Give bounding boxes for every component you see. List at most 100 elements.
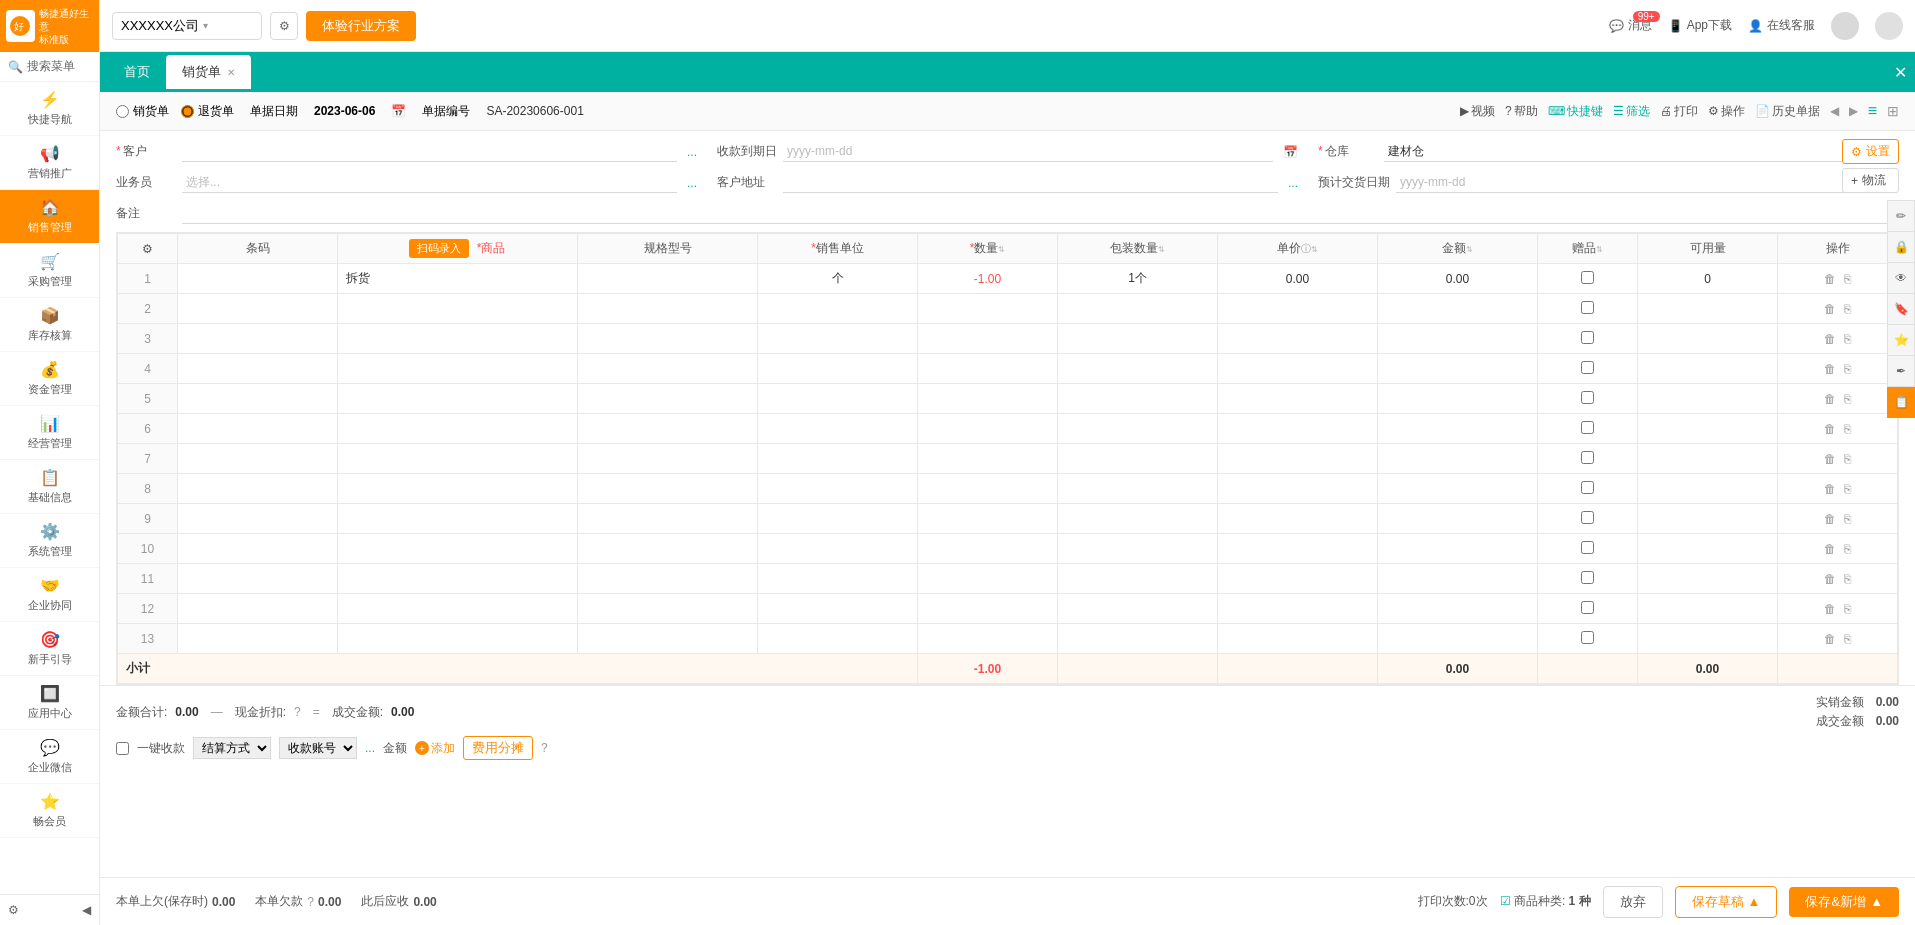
account-select[interactable]: 收款账号 bbox=[279, 737, 357, 759]
cell-qty[interactable] bbox=[918, 384, 1058, 414]
cell-qty[interactable]: -1.00 bbox=[918, 264, 1058, 294]
cell-amount[interactable] bbox=[1378, 594, 1538, 624]
cell-spec[interactable] bbox=[578, 384, 758, 414]
cell-qty[interactable] bbox=[918, 624, 1058, 654]
save-draft-button[interactable]: 保存草稿 ▲ bbox=[1675, 886, 1778, 918]
cell-spec[interactable] bbox=[578, 564, 758, 594]
cell-qty[interactable] bbox=[918, 414, 1058, 444]
float-btn-7-active[interactable]: 📋 bbox=[1887, 387, 1915, 418]
cell-price[interactable] bbox=[1218, 594, 1378, 624]
app-download-button[interactable]: 📱 App下载 bbox=[1668, 17, 1732, 34]
tab-close-icon[interactable]: ✕ bbox=[227, 67, 235, 78]
sidebar-item-member[interactable]: ⭐ 畅会员 bbox=[0, 784, 99, 838]
cell-qty[interactable] bbox=[918, 504, 1058, 534]
cell-unit[interactable] bbox=[758, 534, 918, 564]
cell-qty[interactable] bbox=[918, 564, 1058, 594]
cell-price[interactable] bbox=[1218, 324, 1378, 354]
delete-icon[interactable]: 🗑 bbox=[1824, 572, 1836, 586]
cell-gift[interactable] bbox=[1538, 624, 1638, 654]
customer-addr-input[interactable] bbox=[783, 172, 1278, 193]
cell-goods[interactable] bbox=[338, 474, 578, 504]
cell-qty[interactable] bbox=[918, 294, 1058, 324]
customer-input[interactable] bbox=[182, 141, 677, 162]
cell-qty[interactable] bbox=[918, 354, 1058, 384]
cell-gift[interactable] bbox=[1538, 594, 1638, 624]
sidebar-item-shortcut[interactable]: ⚡ 快捷导航 bbox=[0, 82, 99, 136]
cell-unit[interactable] bbox=[758, 414, 918, 444]
cell-price[interactable] bbox=[1218, 564, 1378, 594]
cell-qty[interactable] bbox=[918, 444, 1058, 474]
cell-barcode[interactable] bbox=[178, 294, 338, 324]
delete-icon[interactable]: 🗑 bbox=[1824, 332, 1836, 346]
copy-icon[interactable]: ⎘ bbox=[1844, 392, 1851, 406]
cell-price[interactable]: 0.00 bbox=[1218, 264, 1378, 294]
cell-gift[interactable] bbox=[1538, 324, 1638, 354]
sidebar-item-wechat[interactable]: 💬 企业微信 bbox=[0, 730, 99, 784]
copy-icon[interactable]: ⎘ bbox=[1844, 422, 1851, 436]
copy-icon[interactable]: ⎘ bbox=[1844, 632, 1851, 646]
price-info-icon[interactable]: ⓘ bbox=[1301, 243, 1311, 254]
cell-gift[interactable] bbox=[1538, 564, 1638, 594]
cell-pkgqty[interactable] bbox=[1058, 294, 1218, 324]
sidebar-item-finance[interactable]: 💰 资金管理 bbox=[0, 352, 99, 406]
cell-spec[interactable] bbox=[578, 354, 758, 384]
due-date-calendar-icon[interactable]: 📅 bbox=[1283, 145, 1298, 159]
cell-spec[interactable] bbox=[578, 324, 758, 354]
cell-barcode[interactable] bbox=[178, 474, 338, 504]
shortcut-action[interactable]: ⌨ 快捷键 bbox=[1548, 103, 1603, 120]
expected-date-input[interactable] bbox=[1396, 172, 1874, 193]
calendar-icon[interactable]: 📅 bbox=[391, 104, 406, 118]
settings-action-btn[interactable]: ⚙ 设置 bbox=[1842, 139, 1899, 164]
gift-checkbox[interactable] bbox=[1581, 631, 1594, 644]
cell-amount[interactable] bbox=[1378, 294, 1538, 324]
gift-checkbox[interactable] bbox=[1581, 271, 1594, 284]
calc-method-select[interactable]: 结算方式 bbox=[193, 737, 271, 759]
filter-action[interactable]: ☰ 筛选 bbox=[1613, 103, 1650, 120]
help-action[interactable]: ? 帮助 bbox=[1505, 103, 1538, 120]
cell-unit[interactable] bbox=[758, 444, 918, 474]
delete-icon[interactable]: 🗑 bbox=[1824, 272, 1836, 286]
cell-pkgqty[interactable] bbox=[1058, 354, 1218, 384]
copy-icon[interactable]: ⎘ bbox=[1844, 572, 1851, 586]
cell-gift[interactable] bbox=[1538, 264, 1638, 294]
cell-price[interactable] bbox=[1218, 384, 1378, 414]
cell-price[interactable] bbox=[1218, 534, 1378, 564]
cell-amount[interactable] bbox=[1378, 474, 1538, 504]
gift-checkbox[interactable] bbox=[1581, 601, 1594, 614]
cell-amount[interactable] bbox=[1378, 504, 1538, 534]
next-icon[interactable]: ▶ bbox=[1849, 104, 1858, 118]
cell-spec[interactable] bbox=[578, 504, 758, 534]
save-new-button[interactable]: 保存&新增 ▲ bbox=[1789, 887, 1899, 917]
cell-unit[interactable] bbox=[758, 354, 918, 384]
list-view-icon[interactable]: ≡ bbox=[1868, 102, 1877, 120]
cell-spec[interactable] bbox=[578, 594, 758, 624]
discard-button[interactable]: 放弃 bbox=[1603, 886, 1663, 918]
cell-goods[interactable] bbox=[338, 324, 578, 354]
salesperson-input[interactable] bbox=[182, 172, 677, 193]
cell-gift[interactable] bbox=[1538, 354, 1638, 384]
cell-price[interactable] bbox=[1218, 474, 1378, 504]
video-action[interactable]: ▶ 视频 bbox=[1460, 103, 1495, 120]
cell-pkgqty[interactable] bbox=[1058, 564, 1218, 594]
gift-checkbox[interactable] bbox=[1581, 361, 1594, 374]
cell-unit[interactable] bbox=[758, 384, 918, 414]
cell-pkgqty[interactable] bbox=[1058, 444, 1218, 474]
collapse-icon[interactable]: ◀ bbox=[82, 903, 91, 917]
cell-unit[interactable] bbox=[758, 594, 918, 624]
cell-amount[interactable] bbox=[1378, 534, 1538, 564]
cell-barcode[interactable] bbox=[178, 264, 338, 294]
tabbar-close-button[interactable]: ✕ bbox=[1894, 63, 1907, 82]
cell-barcode[interactable] bbox=[178, 624, 338, 654]
cell-pkgqty[interactable]: 1个 bbox=[1058, 264, 1218, 294]
cell-pkgqty[interactable] bbox=[1058, 414, 1218, 444]
cell-unit[interactable] bbox=[758, 504, 918, 534]
one-click-payment-checkbox[interactable] bbox=[116, 742, 129, 755]
cell-goods[interactable] bbox=[338, 294, 578, 324]
cell-price[interactable] bbox=[1218, 414, 1378, 444]
cell-gift[interactable] bbox=[1538, 534, 1638, 564]
cell-goods[interactable] bbox=[338, 624, 578, 654]
cell-amount[interactable] bbox=[1378, 444, 1538, 474]
tab-sales-order[interactable]: 销货单 ✕ bbox=[166, 55, 251, 89]
cell-unit[interactable] bbox=[758, 324, 918, 354]
delete-icon[interactable]: 🗑 bbox=[1824, 482, 1836, 496]
